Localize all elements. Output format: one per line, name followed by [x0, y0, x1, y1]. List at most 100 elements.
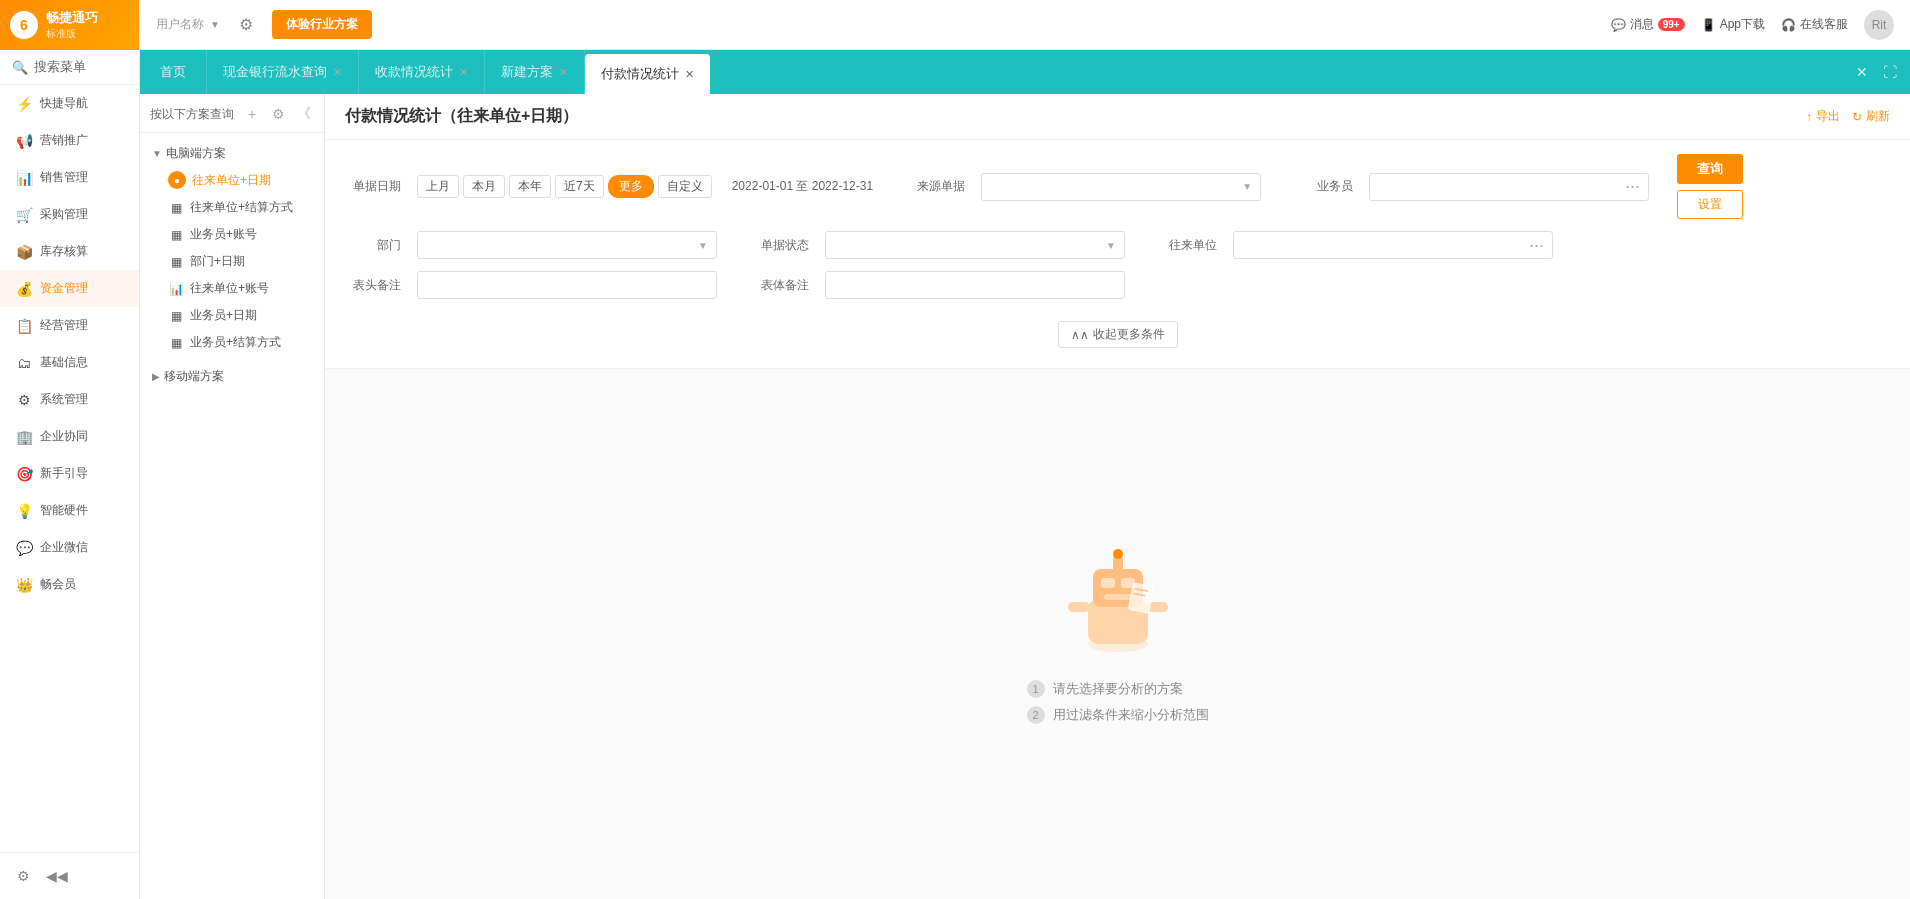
- body-note-input[interactable]: [825, 271, 1125, 299]
- sidebar-settings-btn[interactable]: ⚙: [8, 861, 38, 891]
- search-icon: 🔍: [12, 60, 28, 75]
- sidebar-item-purchase[interactable]: 🛒 采购管理: [0, 196, 139, 233]
- mobile-group-title[interactable]: ▶ 移动端方案: [140, 364, 324, 389]
- nav-label-member: 畅会员: [40, 576, 76, 593]
- header-note-input[interactable]: [417, 271, 717, 299]
- sidebar-item-basic-info[interactable]: 🗂 基础信息: [0, 344, 139, 381]
- tab-bank-flow[interactable]: 现金银行流水查询 ✕: [207, 50, 359, 94]
- notification-item[interactable]: 💬 消息 99+: [1611, 16, 1685, 33]
- top-header: 用户名称 ▼ ⚙ 体验行业方案 💬 消息 99+ 📱 App下载 🎧 在线客服 …: [140, 0, 1910, 50]
- app-download-item[interactable]: 📱 App下载: [1701, 16, 1765, 33]
- refresh-btn[interactable]: ↻ 刷新: [1852, 108, 1890, 125]
- salesman-select[interactable]: ···: [1369, 173, 1649, 201]
- tab-new-scheme-close[interactable]: ✕: [559, 66, 568, 79]
- doc-status-select[interactable]: ▼: [825, 231, 1125, 259]
- collapse-btn[interactable]: ∧∧ 收起更多条件: [1058, 321, 1178, 348]
- main-content: 用户名称 ▼ ⚙ 体验行业方案 💬 消息 99+ 📱 App下载 🎧 在线客服 …: [140, 0, 1910, 899]
- notification-label: 消息: [1630, 16, 1654, 33]
- tab-home[interactable]: 首页: [140, 50, 207, 94]
- sidebar-header: 6 畅捷通巧 标准版: [0, 0, 139, 50]
- tab-bank-flow-close[interactable]: ✕: [333, 66, 342, 79]
- sidebar-item-marketing[interactable]: 📢 营销推广: [0, 122, 139, 159]
- trial-btn[interactable]: 体验行业方案: [272, 10, 372, 39]
- query-btn[interactable]: 查询: [1677, 154, 1743, 184]
- tip-num-2: 2: [1027, 706, 1045, 724]
- sidebar-item-finance[interactable]: 💰 资金管理: [0, 270, 139, 307]
- sidebar-nav: ⚡ 快捷导航 📢 营销推广 📊 销售管理 🛒 采购管理 📦 库存核算 💰 资金管…: [0, 85, 139, 852]
- scheme-item-dept-date[interactable]: ▦ 部门+日期: [140, 248, 324, 275]
- sidebar-item-enterprise[interactable]: 🏢 企业协同: [0, 418, 139, 455]
- message-icon: 💬: [1611, 18, 1626, 32]
- header-avatar[interactable]: Rit: [1864, 10, 1894, 40]
- sidebar-item-sys-mgmt[interactable]: ⚙ 系统管理: [0, 381, 139, 418]
- source-select[interactable]: ▼: [981, 173, 1261, 201]
- filter-row-1: 单据日期 上月 本月 本年 近7天 更多 自定义 2022-01-01 至 20…: [345, 154, 1890, 219]
- tab-new-scheme-label: 新建方案: [501, 63, 553, 81]
- scheme-item-partner-account[interactable]: 📊 往来单位+账号: [140, 275, 324, 302]
- tab-receivable-close[interactable]: ✕: [459, 66, 468, 79]
- left-panel-settings-btn[interactable]: ⚙: [268, 104, 288, 124]
- sidebar-item-operations[interactable]: 📋 经营管理: [0, 307, 139, 344]
- tab-expand-btn[interactable]: ⛶: [1878, 60, 1902, 84]
- sidebar-collapse-btn[interactable]: ◀◀: [42, 861, 72, 891]
- left-panel-add-btn[interactable]: +: [242, 104, 262, 124]
- nav-icon-operations: 📋: [16, 318, 32, 334]
- date-btn-this-month[interactable]: 本月: [463, 175, 505, 198]
- tab-bar-spacer: [710, 50, 1842, 94]
- data-area: 1 请先选择要分析的方案 2 用过滤条件来缩小分析范围: [325, 369, 1910, 899]
- date-btn-last-month[interactable]: 上月: [417, 175, 459, 198]
- scheme-item-partner-settle[interactable]: ▦ 往来单位+结算方式: [140, 194, 324, 221]
- sidebar-search[interactable]: 🔍 搜索菜单: [0, 50, 139, 85]
- date-btn-7days[interactable]: 近7天: [555, 175, 604, 198]
- scheme-item-salesman-date[interactable]: ▦ 业务员+日期: [140, 302, 324, 329]
- empty-illustration: [1058, 544, 1178, 664]
- svg-point-4: [1113, 549, 1123, 559]
- sidebar-item-guide[interactable]: 🎯 新手引导: [0, 455, 139, 492]
- tab-new-scheme[interactable]: 新建方案 ✕: [485, 50, 585, 94]
- dept-select[interactable]: ▼: [417, 231, 717, 259]
- refresh-icon: ↻: [1852, 110, 1862, 124]
- sidebar-item-quick-nav[interactable]: ⚡ 快捷导航: [0, 85, 139, 122]
- export-label: 导出: [1816, 108, 1840, 125]
- online-service-item[interactable]: 🎧 在线客服: [1781, 16, 1848, 33]
- export-btn[interactable]: ↑ 导出: [1806, 108, 1840, 125]
- collapse-bar: ∧∧ 收起更多条件: [345, 311, 1890, 354]
- scheme-icon-salesman-settle: ▦: [168, 335, 184, 351]
- scheme-item-salesman-settle[interactable]: ▦ 业务员+结算方式: [140, 329, 324, 356]
- date-btn-this-year[interactable]: 本年: [509, 175, 551, 198]
- mobile-scheme-group: ▶ 移动端方案: [140, 364, 324, 389]
- nav-icon-marketing: 📢: [16, 133, 32, 149]
- page-header: 付款情况统计（往来单位+日期） ↑ 导出 ↻ 刷新: [325, 94, 1910, 140]
- left-panel-collapse-btn[interactable]: 《: [294, 104, 314, 124]
- desktop-group-title[interactable]: ▼ 电脑端方案: [140, 141, 324, 166]
- tab-home-label: 首页: [160, 63, 186, 81]
- scheme-item-partner-date[interactable]: ● 往来单位+日期: [140, 166, 324, 194]
- header-dropdown-icon[interactable]: ▼: [210, 19, 220, 30]
- tab-payment-stat[interactable]: 付款情况统计 ✕: [585, 54, 710, 94]
- collapse-label: 收起更多条件: [1093, 326, 1165, 343]
- tab-close-all-btn[interactable]: ✕: [1850, 60, 1874, 84]
- sidebar-item-weixin[interactable]: 💬 企业微信: [0, 529, 139, 566]
- sidebar-item-smart-hw[interactable]: 💡 智能硬件: [0, 492, 139, 529]
- sidebar-item-sales[interactable]: 📊 销售管理: [0, 159, 139, 196]
- refresh-label: 刷新: [1866, 108, 1890, 125]
- date-btn-custom[interactable]: 自定义: [658, 175, 712, 198]
- scheme-item-salesman-account[interactable]: ▦ 业务员+账号: [140, 221, 324, 248]
- scheme-label-partner-account: 往来单位+账号: [190, 280, 269, 297]
- partner-dots[interactable]: ···: [1529, 235, 1544, 256]
- nav-label-finance: 资金管理: [40, 280, 88, 297]
- partner-select[interactable]: ···: [1233, 231, 1553, 259]
- tab-bank-flow-label: 现金银行流水查询: [223, 63, 327, 81]
- sidebar-item-member[interactable]: 👑 畅会员: [0, 566, 139, 603]
- salesman-dots[interactable]: ···: [1625, 176, 1640, 197]
- tab-payment-stat-close[interactable]: ✕: [685, 68, 694, 81]
- sidebar-subtitle: 标准版: [46, 27, 98, 41]
- tab-receivable[interactable]: 收款情况统计 ✕: [359, 50, 485, 94]
- sidebar-item-inventory[interactable]: 📦 库存核算: [0, 233, 139, 270]
- date-btn-more[interactable]: 更多: [608, 175, 654, 198]
- header-note-label: 表头备注: [345, 277, 401, 294]
- nav-label-sales: 销售管理: [40, 169, 88, 186]
- header-settings-btn[interactable]: ⚙: [232, 11, 260, 39]
- nav-icon-quick: ⚡: [16, 96, 32, 112]
- filter-settings-btn[interactable]: 设置: [1677, 190, 1743, 219]
